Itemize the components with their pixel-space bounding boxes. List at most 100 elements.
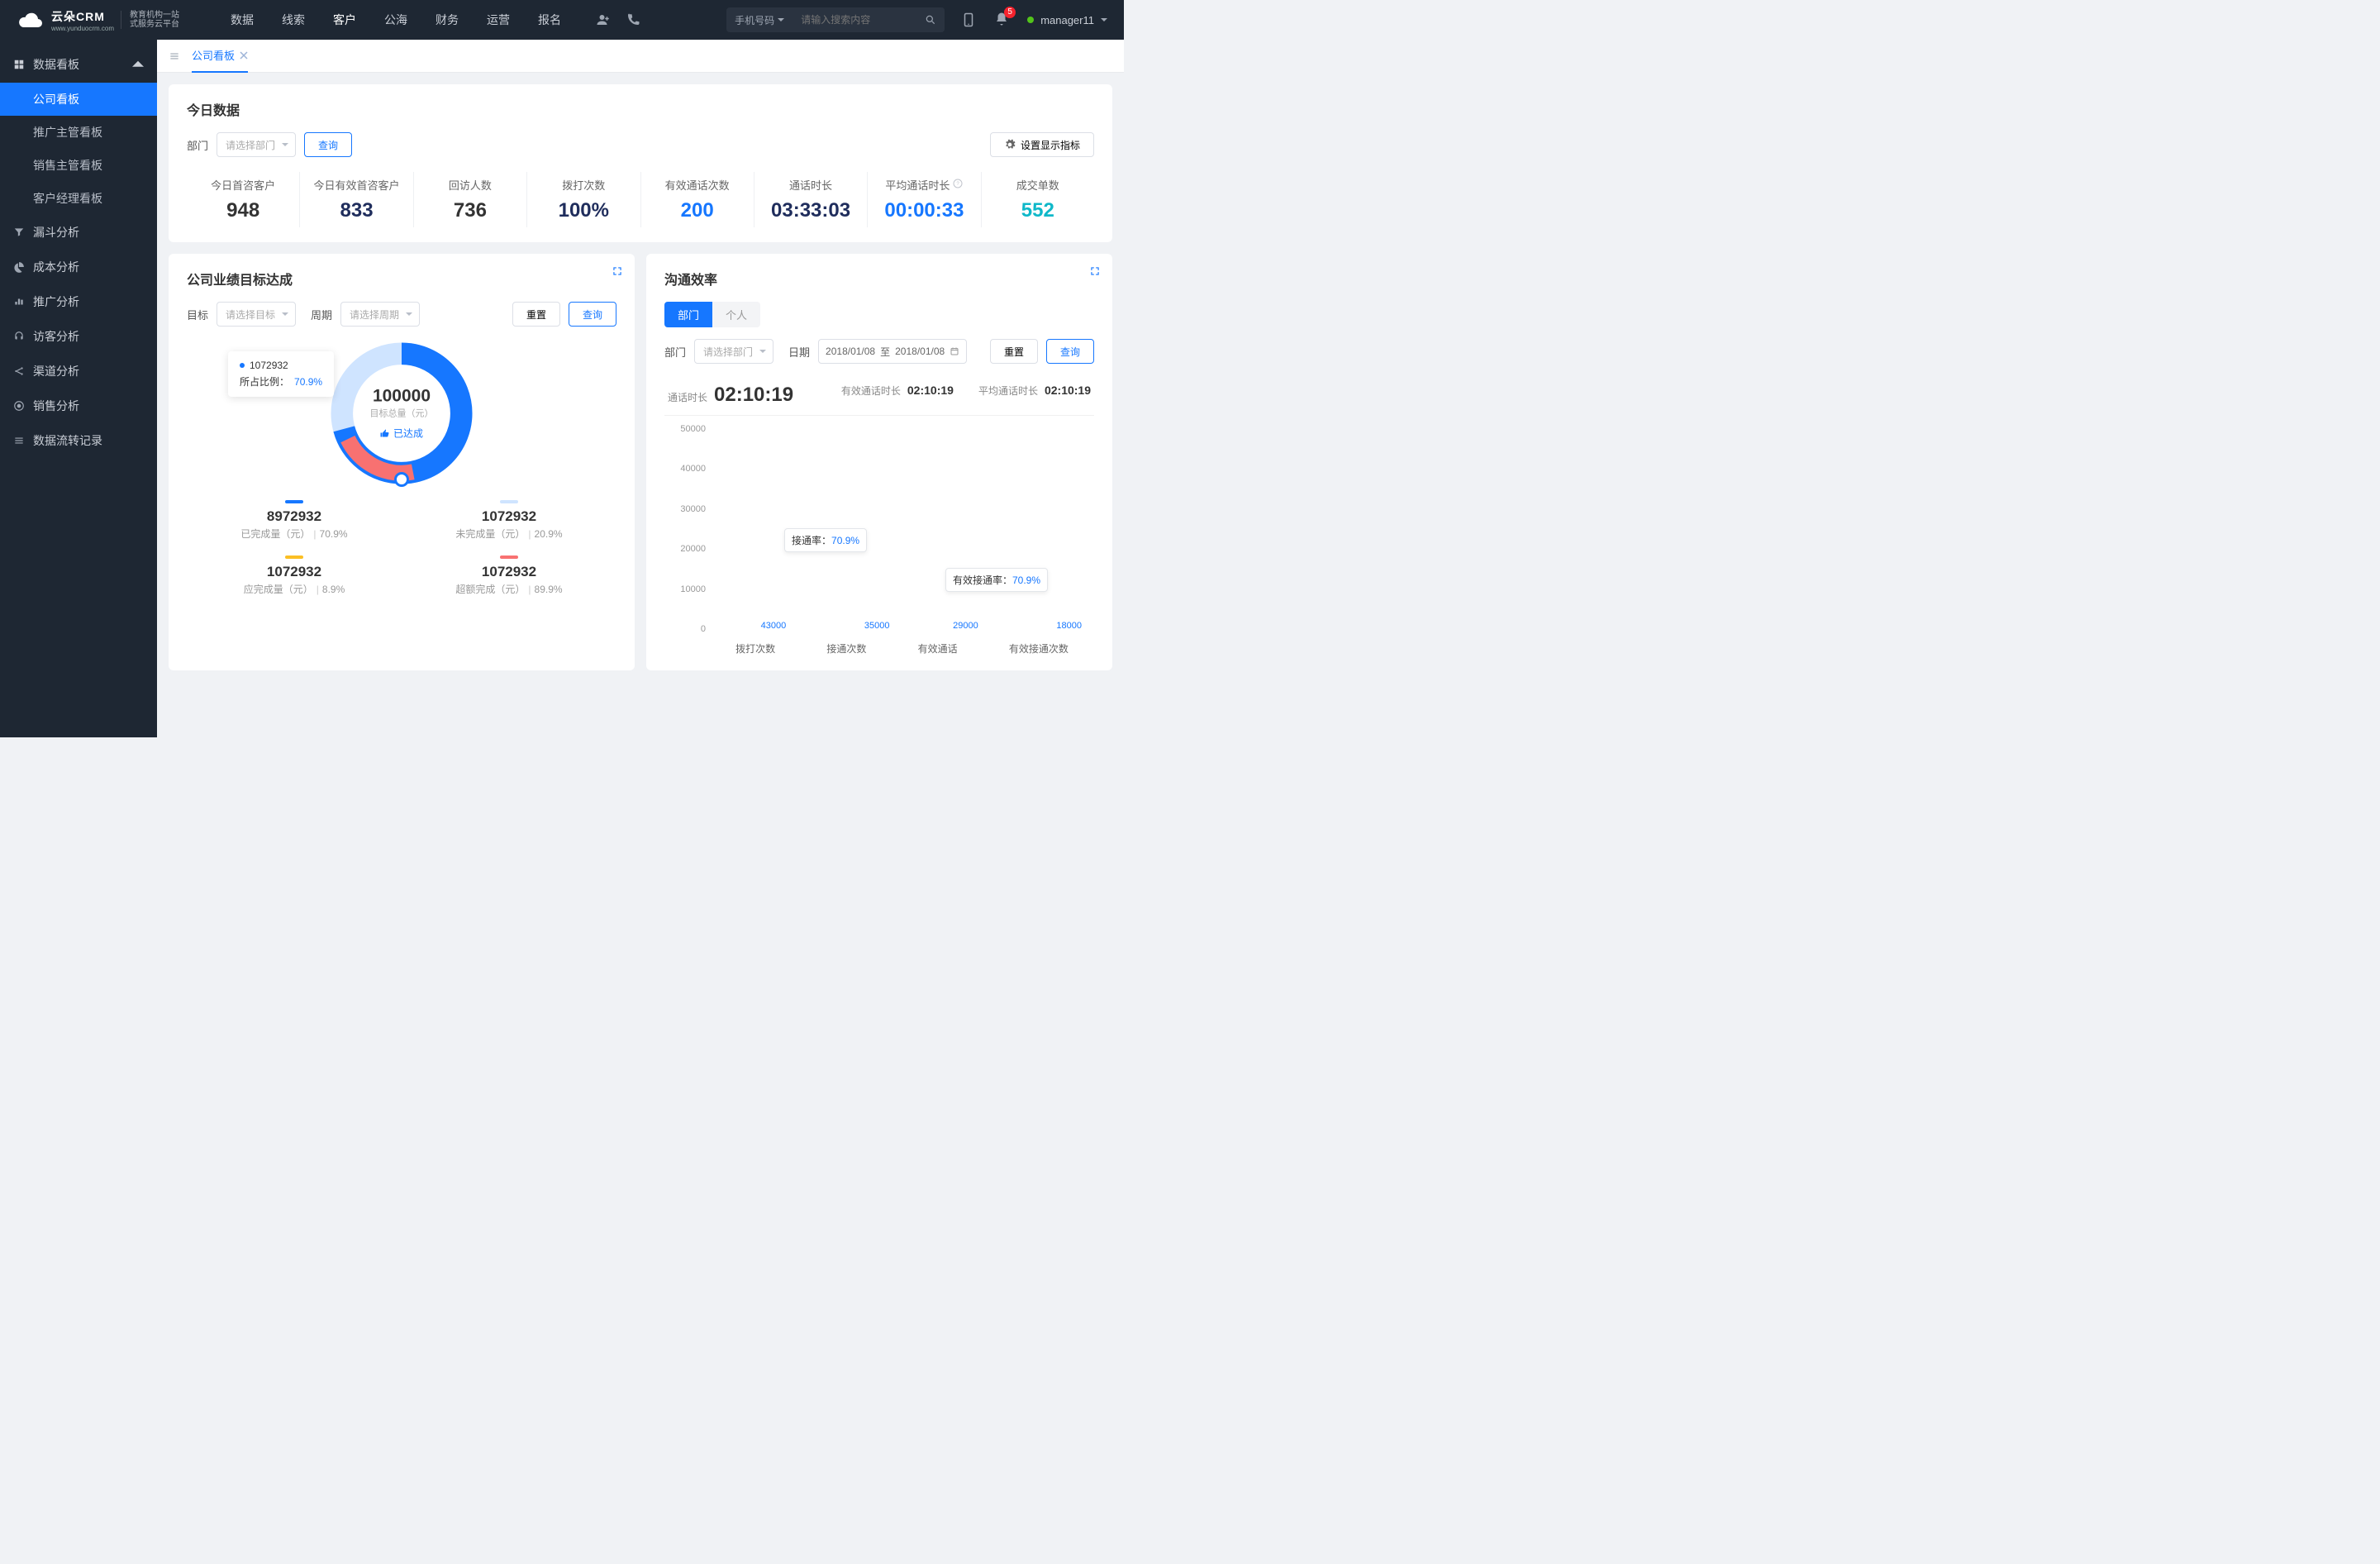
target-label: 目标 bbox=[187, 307, 208, 322]
legend-item: 1072932未完成量（元）|20.9% bbox=[402, 500, 616, 541]
sidebar-group-dashboard[interactable]: 数据看板 bbox=[0, 46, 157, 83]
logo[interactable]: 云朵CRM www.yunduocrm.com 教育机构一站 式服务云平台 bbox=[0, 8, 196, 32]
sidebar-item-account-mgr[interactable]: 客户经理看板 bbox=[0, 182, 157, 215]
legend-item: 1072932应完成量（元）|8.9% bbox=[187, 556, 402, 596]
sidebar-item-visitor[interactable]: 访客分析 bbox=[0, 319, 157, 354]
x-tick: 拨打次数 bbox=[735, 641, 775, 656]
chart-plot: 接通率：70.9% 有效接通率：70.9% 430003500029000180… bbox=[710, 429, 1094, 634]
legend-item: 1072932超额完成（元）|89.9% bbox=[402, 556, 616, 596]
dept-select[interactable]: 请选择部门 bbox=[217, 132, 296, 157]
top-header: 云朵CRM www.yunduocrm.com 教育机构一站 式服务云平台 数据… bbox=[0, 0, 1124, 40]
tab-bar: 公司看板 bbox=[157, 40, 1124, 73]
nav-signup[interactable]: 报名 bbox=[528, 0, 571, 40]
mobile-icon[interactable] bbox=[961, 12, 976, 27]
calendar-icon bbox=[950, 346, 959, 356]
gear-icon bbox=[1004, 139, 1016, 150]
nav-leads[interactable]: 线索 bbox=[272, 0, 315, 40]
sidebar-item-flow[interactable]: 数据流转记录 bbox=[0, 423, 157, 458]
nav-finance[interactable]: 财务 bbox=[426, 0, 469, 40]
sidebar-item-funnel[interactable]: 漏斗分析 bbox=[0, 215, 157, 250]
date-range-input[interactable]: 2018/01/08 至 2018/01/08 bbox=[818, 339, 967, 364]
goal-card: 公司业绩目标达成 目标 请选择目标 周期 请选择周期 重置 查询 bbox=[169, 254, 635, 670]
period-label: 周期 bbox=[311, 307, 332, 322]
sidebar-item-company[interactable]: 公司看板 bbox=[0, 83, 157, 116]
donut-handle[interactable] bbox=[394, 472, 409, 487]
x-tick: 有效接通次数 bbox=[1009, 641, 1069, 656]
metric-item: 拨打次数100% bbox=[527, 172, 640, 227]
menu-collapse-icon[interactable] bbox=[169, 50, 180, 62]
settings-button[interactable]: 设置显示指标 bbox=[990, 132, 1094, 157]
dashboard-icon bbox=[13, 59, 25, 70]
metrics-row: 今日首咨客户948今日有效首咨客户833回访人数736拨打次数100%有效通话次… bbox=[187, 172, 1094, 227]
sidebar-item-channel[interactable]: 渠道分析 bbox=[0, 354, 157, 389]
comm-card: 沟通效率 部门 个人 部门 请选择部门 日期 2018/01/08 至 bbox=[646, 254, 1112, 670]
expand-icon[interactable] bbox=[1089, 265, 1101, 277]
x-axis: 拨打次数 接通次数 有效通话 有效接通次数 bbox=[710, 641, 1094, 656]
header-right: 5 manager11 bbox=[961, 12, 1124, 29]
donut-legend: 8972932已完成量（元）|70.9%1072932未完成量（元）|20.9%… bbox=[187, 500, 616, 596]
y-axis: 50000400003000020000100000 bbox=[664, 424, 706, 634]
x-tick: 有效通话 bbox=[918, 641, 958, 656]
today-title: 今日数据 bbox=[187, 99, 1094, 119]
search-type-select[interactable]: 手机号码 bbox=[726, 13, 793, 27]
metric-item: 今日有效首咨客户833 bbox=[300, 172, 413, 227]
metric-item: 平均通话时长?00:00:33 bbox=[868, 172, 981, 227]
sidebar-item-cost[interactable]: 成本分析 bbox=[0, 250, 157, 284]
sidebar-group-label: 数据看板 bbox=[33, 56, 79, 73]
add-user-icon[interactable] bbox=[596, 12, 611, 27]
nav-ops[interactable]: 运营 bbox=[477, 0, 520, 40]
sidebar: 数据看板 公司看板 推广主管看板 销售主管看板 客户经理看板 漏斗分析 成本分析… bbox=[0, 40, 157, 737]
reset-button[interactable]: 重置 bbox=[512, 302, 560, 327]
query-button[interactable]: 查询 bbox=[1046, 339, 1094, 364]
logo-tagline: 教育机构一站 式服务云平台 bbox=[121, 11, 179, 29]
thumb-up-icon bbox=[380, 428, 390, 438]
headset-icon bbox=[13, 331, 25, 342]
search-bar: 手机号码 bbox=[726, 7, 945, 32]
sidebar-item-promo[interactable]: 推广分析 bbox=[0, 284, 157, 319]
bar-chart: 50000400003000020000100000 接通率：70.9% 有效接… bbox=[664, 424, 1094, 656]
comm-stats: 通话时长02:10:19 有效通话时长02:10:19 平均通话时长02:10:… bbox=[664, 375, 1094, 416]
sidebar-item-sales-mgr[interactable]: 销售主管看板 bbox=[0, 149, 157, 182]
list-icon bbox=[13, 435, 25, 446]
search-input[interactable] bbox=[793, 7, 916, 32]
cloud-logo-icon bbox=[17, 10, 45, 30]
x-tick: 接通次数 bbox=[826, 641, 866, 656]
search-button[interactable] bbox=[916, 7, 945, 32]
goal-title: 公司业绩目标达成 bbox=[187, 269, 616, 288]
sidebar-item-marketing[interactable]: 推广主管看板 bbox=[0, 116, 157, 149]
metric-item: 回访人数736 bbox=[414, 172, 527, 227]
chevron-up-icon bbox=[132, 59, 144, 70]
svg-text:?: ? bbox=[957, 182, 960, 187]
segment-control: 部门 个人 bbox=[664, 302, 760, 327]
username-label: manager11 bbox=[1040, 14, 1094, 26]
nav-sea[interactable]: 公海 bbox=[374, 0, 417, 40]
dept-label: 部门 bbox=[187, 137, 208, 153]
nav-customers[interactable]: 客户 bbox=[323, 0, 366, 40]
seg-dept[interactable]: 部门 bbox=[664, 302, 712, 327]
donut-chart: 1072932 所占比例：70.9% 100000 bbox=[187, 335, 616, 492]
query-button[interactable]: 查询 bbox=[569, 302, 616, 327]
tab-company-board[interactable]: 公司看板 bbox=[192, 40, 248, 73]
chevron-down-icon bbox=[1101, 17, 1107, 23]
notifications[interactable]: 5 bbox=[994, 12, 1009, 29]
dept-select[interactable]: 请选择部门 bbox=[694, 339, 774, 364]
period-select[interactable]: 请选择周期 bbox=[340, 302, 420, 327]
sidebar-item-sales[interactable]: 销售分析 bbox=[0, 389, 157, 423]
close-icon[interactable] bbox=[240, 51, 248, 60]
top-nav: 数据 线索 客户 公海 财务 运营 报名 bbox=[221, 0, 571, 40]
metric-item: 通话时长03:33:03 bbox=[754, 172, 868, 227]
main-area: 公司看板 今日数据 部门 请选择部门 查询 设置显示指标 bbox=[157, 40, 1124, 737]
nav-data[interactable]: 数据 bbox=[221, 0, 264, 40]
phone-icon[interactable] bbox=[626, 12, 640, 27]
user-menu[interactable]: manager11 bbox=[1027, 14, 1107, 26]
reset-button[interactable]: 重置 bbox=[990, 339, 1038, 364]
chart-icon bbox=[13, 296, 25, 308]
pie-icon bbox=[13, 261, 25, 273]
help-icon[interactable]: ? bbox=[953, 179, 963, 191]
seg-person[interactable]: 个人 bbox=[712, 302, 760, 327]
today-card: 今日数据 部门 请选择部门 查询 设置显示指标 今日首咨客户948今日有效首咨客… bbox=[169, 84, 1112, 242]
expand-icon[interactable] bbox=[612, 265, 623, 277]
logo-url: www.yunduocrm.com bbox=[51, 25, 114, 32]
query-button[interactable]: 查询 bbox=[304, 132, 352, 157]
target-select[interactable]: 请选择目标 bbox=[217, 302, 296, 327]
